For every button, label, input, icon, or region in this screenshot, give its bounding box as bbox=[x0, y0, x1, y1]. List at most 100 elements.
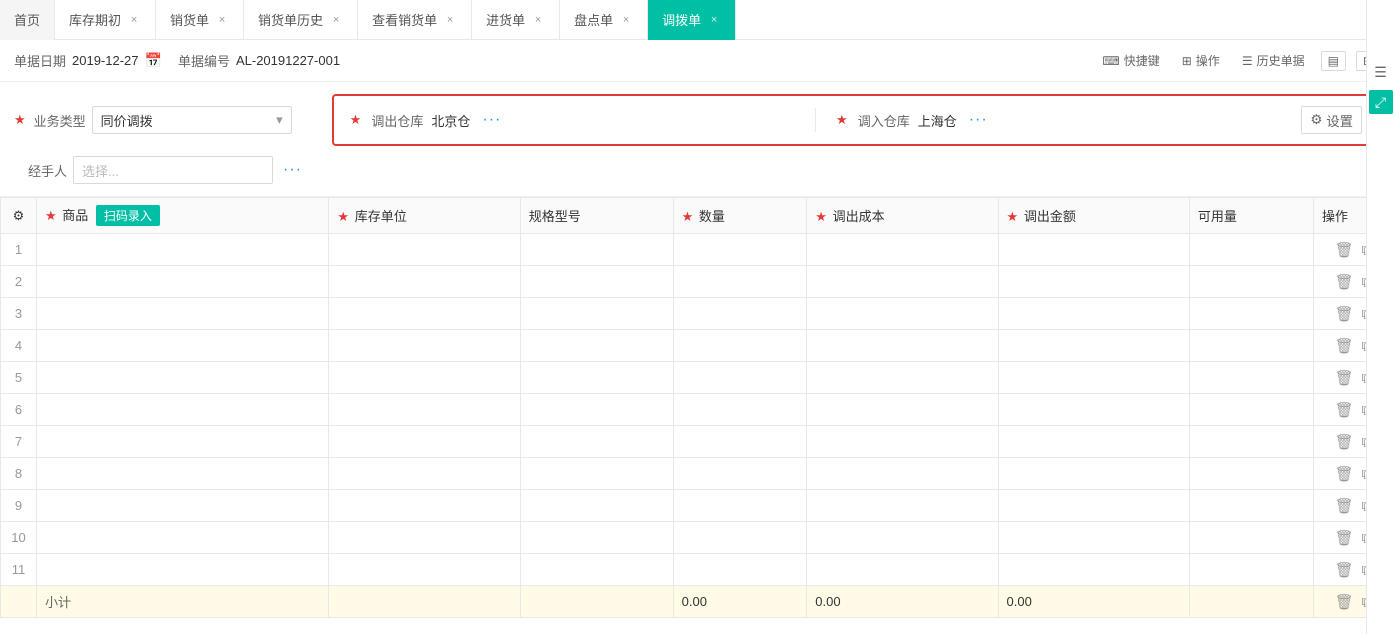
tab-home[interactable]: 首页 bbox=[0, 0, 55, 40]
calendar-icon[interactable]: 📅 bbox=[145, 52, 162, 69]
row-product[interactable] bbox=[37, 394, 329, 426]
view-toggle-list[interactable]: ▤ bbox=[1321, 51, 1346, 71]
tab-inventory-check[interactable]: 盘点单 × bbox=[560, 0, 648, 40]
delete-icon[interactable]: 🗑 bbox=[1335, 465, 1354, 483]
row-cost[interactable] bbox=[807, 458, 998, 490]
tab-view-sales-close[interactable]: × bbox=[443, 13, 457, 27]
business-type-input[interactable]: 同价调拨 ▾ bbox=[92, 106, 292, 134]
row-product[interactable] bbox=[37, 266, 329, 298]
row-quantity[interactable] bbox=[673, 554, 807, 586]
table-container[interactable]: ⚙ ★ 商品 扫码录入 ★ 库存单位 规格型号 bbox=[0, 197, 1394, 634]
row-cost[interactable] bbox=[807, 394, 998, 426]
row-product[interactable] bbox=[37, 426, 329, 458]
row-available[interactable] bbox=[1189, 362, 1313, 394]
row-product[interactable] bbox=[37, 234, 329, 266]
row-cost[interactable] bbox=[807, 330, 998, 362]
row-unit[interactable] bbox=[329, 234, 520, 266]
delete-icon[interactable]: 🗑 bbox=[1335, 561, 1354, 579]
delete-icon[interactable]: 🗑 bbox=[1335, 497, 1354, 515]
delete-icon[interactable]: 🗑 bbox=[1335, 273, 1354, 291]
row-amount[interactable] bbox=[998, 298, 1189, 330]
row-product[interactable] bbox=[37, 490, 329, 522]
row-unit[interactable] bbox=[329, 394, 520, 426]
row-unit[interactable] bbox=[329, 522, 520, 554]
row-amount[interactable] bbox=[998, 362, 1189, 394]
delete-icon[interactable]: 🗑 bbox=[1335, 529, 1354, 547]
row-spec[interactable] bbox=[520, 554, 673, 586]
row-spec[interactable] bbox=[520, 522, 673, 554]
row-quantity[interactable] bbox=[673, 234, 807, 266]
row-quantity[interactable] bbox=[673, 426, 807, 458]
row-available[interactable] bbox=[1189, 394, 1313, 426]
row-unit[interactable] bbox=[329, 458, 520, 490]
row-product[interactable] bbox=[37, 362, 329, 394]
table-settings-icon[interactable]: ⚙ bbox=[13, 208, 25, 223]
row-unit[interactable] bbox=[329, 362, 520, 394]
delete-icon[interactable]: 🗑 bbox=[1335, 401, 1354, 419]
delete-icon[interactable]: 🗑 bbox=[1335, 241, 1354, 259]
sidebar-list-icon[interactable]: ☰ bbox=[1369, 60, 1393, 84]
row-quantity[interactable] bbox=[673, 266, 807, 298]
row-spec[interactable] bbox=[520, 330, 673, 362]
row-quantity[interactable] bbox=[673, 298, 807, 330]
tab-sales-history-close[interactable]: × bbox=[329, 13, 343, 27]
settings-button[interactable]: ⚙ 设置 bbox=[1301, 106, 1362, 134]
row-product[interactable] bbox=[37, 298, 329, 330]
subtotal-delete-icon[interactable]: 🗑 bbox=[1335, 593, 1354, 611]
row-cost[interactable] bbox=[807, 234, 998, 266]
row-amount[interactable] bbox=[998, 394, 1189, 426]
row-spec[interactable] bbox=[520, 490, 673, 522]
row-available[interactable] bbox=[1189, 330, 1313, 362]
row-product[interactable] bbox=[37, 330, 329, 362]
row-available[interactable] bbox=[1189, 522, 1313, 554]
row-spec[interactable] bbox=[520, 426, 673, 458]
row-amount[interactable] bbox=[998, 234, 1189, 266]
row-cost[interactable] bbox=[807, 266, 998, 298]
row-cost[interactable] bbox=[807, 362, 998, 394]
row-available[interactable] bbox=[1189, 554, 1313, 586]
tab-inventory-check-close[interactable]: × bbox=[619, 13, 633, 27]
row-spec[interactable] bbox=[520, 394, 673, 426]
row-product[interactable] bbox=[37, 554, 329, 586]
delete-icon[interactable]: 🗑 bbox=[1335, 337, 1354, 355]
row-amount[interactable] bbox=[998, 490, 1189, 522]
row-amount[interactable] bbox=[998, 554, 1189, 586]
row-quantity[interactable] bbox=[673, 490, 807, 522]
scan-button[interactable]: 扫码录入 bbox=[96, 205, 160, 226]
row-spec[interactable] bbox=[520, 458, 673, 490]
row-amount[interactable] bbox=[998, 266, 1189, 298]
row-amount[interactable] bbox=[998, 330, 1189, 362]
row-available[interactable] bbox=[1189, 426, 1313, 458]
row-quantity[interactable] bbox=[673, 458, 807, 490]
delete-icon[interactable]: 🗑 bbox=[1335, 433, 1354, 451]
row-available[interactable] bbox=[1189, 234, 1313, 266]
sidebar-expand-icon[interactable]: ⤢ bbox=[1369, 90, 1393, 114]
row-quantity[interactable] bbox=[673, 330, 807, 362]
row-cost[interactable] bbox=[807, 298, 998, 330]
tab-transfer-order[interactable]: 调拨单 × bbox=[648, 0, 736, 40]
row-unit[interactable] bbox=[329, 426, 520, 458]
col-settings[interactable]: ⚙ bbox=[1, 198, 37, 234]
row-product[interactable] bbox=[37, 522, 329, 554]
warehouse-in-more[interactable]: ··· bbox=[969, 111, 988, 129]
row-quantity[interactable] bbox=[673, 394, 807, 426]
warehouse-in-value[interactable]: 上海仓 bbox=[918, 111, 957, 130]
row-unit[interactable] bbox=[329, 330, 520, 362]
row-unit[interactable] bbox=[329, 554, 520, 586]
row-amount[interactable] bbox=[998, 458, 1189, 490]
row-spec[interactable] bbox=[520, 298, 673, 330]
row-unit[interactable] bbox=[329, 266, 520, 298]
row-spec[interactable] bbox=[520, 234, 673, 266]
row-amount[interactable] bbox=[998, 522, 1189, 554]
shortcut-button[interactable]: ⌨ 快捷键 bbox=[1096, 50, 1165, 71]
row-amount[interactable] bbox=[998, 426, 1189, 458]
row-cost[interactable] bbox=[807, 554, 998, 586]
row-quantity[interactable] bbox=[673, 362, 807, 394]
row-available[interactable] bbox=[1189, 298, 1313, 330]
delete-icon[interactable]: 🗑 bbox=[1335, 305, 1354, 323]
tab-sales-history[interactable]: 销货单历史 × bbox=[244, 0, 358, 40]
row-available[interactable] bbox=[1189, 266, 1313, 298]
tab-transfer-order-close[interactable]: × bbox=[707, 13, 721, 27]
tab-purchase-order-close[interactable]: × bbox=[531, 13, 545, 27]
history-button[interactable]: ☰ 历史单据 bbox=[1236, 50, 1311, 71]
